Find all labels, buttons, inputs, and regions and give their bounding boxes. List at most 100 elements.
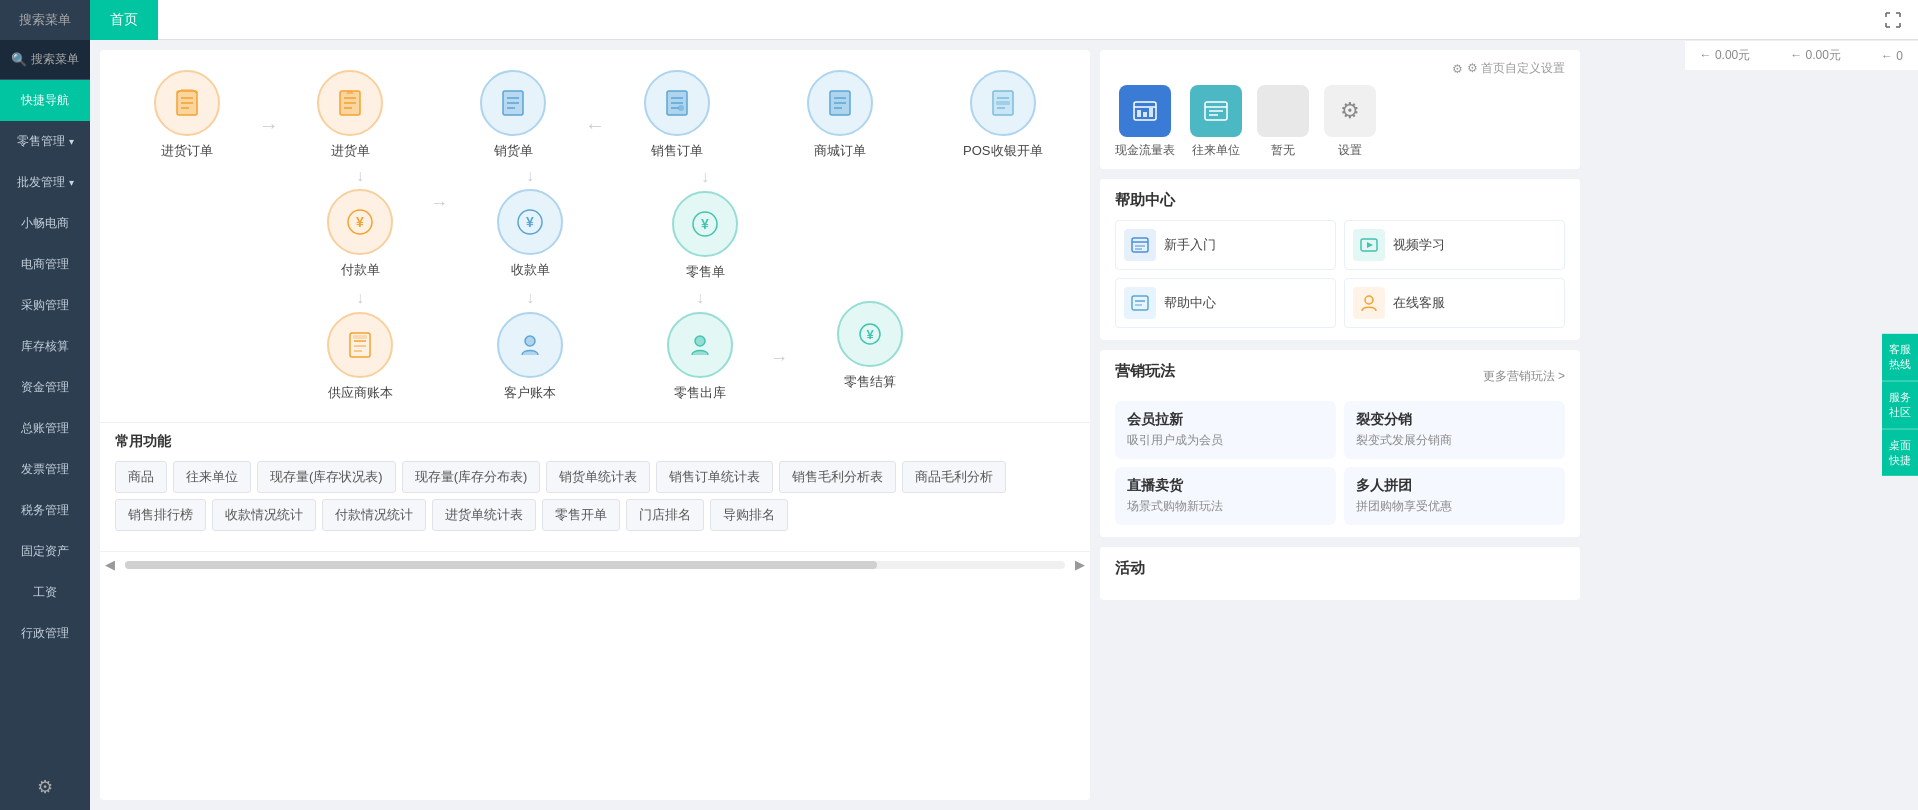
scroll-row: ◀ ▶ bbox=[100, 551, 1090, 577]
sidebar-item-admin[interactable]: 行政管理 bbox=[0, 613, 90, 654]
sidebar-item-ledger[interactable]: 总账管理 bbox=[0, 408, 90, 449]
common-func-title: 常用功能 bbox=[115, 433, 1075, 451]
sidebar-item-purchase[interactable]: 采购管理 bbox=[0, 285, 90, 326]
svg-point-58 bbox=[1365, 296, 1373, 304]
qa-none-item[interactable]: 暂无 bbox=[1257, 85, 1309, 159]
help-item-beginner[interactable]: 新手入门 bbox=[1115, 220, 1336, 270]
sidebar-item-invoice[interactable]: 发票管理 bbox=[0, 449, 90, 490]
svg-rect-35 bbox=[353, 335, 367, 339]
svg-text:¥: ¥ bbox=[866, 327, 874, 342]
func-btn-sales-order-stat[interactable]: 销售订单统计表 bbox=[656, 461, 773, 493]
activity-title: 活动 bbox=[1115, 559, 1565, 578]
customer-account-icon bbox=[497, 312, 563, 378]
sidebar-item-finance[interactable]: 资金管理 bbox=[0, 367, 90, 408]
sidebar-item-quick-nav[interactable]: 快捷导航 bbox=[0, 80, 90, 121]
sidebar-item-ecom-small[interactable]: 小畅电商 bbox=[0, 203, 90, 244]
node-purchase-order[interactable]: 进货订单 bbox=[120, 70, 254, 160]
community-button[interactable]: 服务社区 bbox=[1882, 381, 1918, 429]
mall-order-icon bbox=[807, 70, 873, 136]
wholesale-arrow-icon: ▾ bbox=[69, 177, 74, 188]
node-mall-order[interactable]: 商城订单 bbox=[773, 70, 907, 160]
bottom-stat-2: ← 0.00元 bbox=[1790, 47, 1841, 64]
qa-partners-item[interactable]: 往来单位 bbox=[1190, 85, 1242, 159]
online-service-icon bbox=[1353, 287, 1385, 319]
node-pos[interactable]: POS收银开单 bbox=[936, 70, 1070, 160]
sidebar-item-retail[interactable]: 零售管理 ▾ bbox=[0, 121, 90, 162]
arrow-sales-to-receipt: ↓ bbox=[526, 168, 534, 184]
func-btn-sales-stat[interactable]: 销货单统计表 bbox=[546, 461, 650, 493]
func-btn-goods[interactable]: 商品 bbox=[115, 461, 167, 493]
mkt-item-live[interactable]: 直播卖货 场景式购物新玩法 bbox=[1115, 467, 1336, 525]
sidebar-item-inventory[interactable]: 库存核算 bbox=[0, 326, 90, 367]
retail-outbound-icon bbox=[667, 312, 733, 378]
func-btn-guide-rank[interactable]: 导购排名 bbox=[710, 499, 788, 531]
top-bar: 搜索菜单 首页 bbox=[0, 0, 1918, 40]
more-marketing-link[interactable]: 更多营销玩法 > bbox=[1483, 368, 1565, 385]
activity-section: 活动 bbox=[1100, 547, 1580, 600]
helpcenter-icon bbox=[1124, 287, 1156, 319]
fullscreen-button[interactable] bbox=[1878, 5, 1908, 35]
bottom-bar: ← 0.00元 ← 0.00元 ← 0 bbox=[1685, 40, 1918, 70]
mkt-item-fission[interactable]: 裂变分销 裂变式发展分销商 bbox=[1344, 401, 1565, 459]
app-container: 搜索菜单 首页 🔍 搜索菜单 快捷导航 零售管理 ▾ bbox=[0, 0, 1918, 810]
arrow-purchase-to-payment: ↓ bbox=[356, 168, 364, 184]
bottom-stat-3: ← 0 bbox=[1881, 49, 1903, 63]
func-btn-goods-margin[interactable]: 商品毛利分析 bbox=[902, 461, 1006, 493]
node-purchase[interactable]: 进货单 bbox=[283, 70, 417, 160]
help-item-center[interactable]: 帮助中心 bbox=[1115, 278, 1336, 328]
partners-icon-box bbox=[1190, 85, 1242, 137]
sidebar-item-fixed-assets[interactable]: 固定资产 bbox=[0, 531, 90, 572]
arrow-sales-order-to-sales: ← bbox=[581, 94, 610, 137]
customer-service-button[interactable]: 客服热线 bbox=[1882, 334, 1918, 381]
svg-rect-23 bbox=[996, 101, 1010, 105]
func-btn-retail-order[interactable]: 零售开单 bbox=[542, 499, 620, 531]
sidebar-item-ecom-mgmt[interactable]: 电商管理 bbox=[0, 244, 90, 285]
gear-icon: ⚙ bbox=[1452, 62, 1463, 76]
qa-settings-item[interactable]: ⚙ 设置 bbox=[1324, 85, 1376, 159]
sidebar-item-wholesale[interactable]: 批发管理 ▾ bbox=[0, 162, 90, 203]
sales-icon bbox=[480, 70, 546, 136]
scroll-left-button[interactable]: ◀ bbox=[100, 557, 120, 572]
sidebar-search[interactable]: 🔍 搜索菜单 bbox=[0, 40, 90, 80]
search-menu-button[interactable]: 搜索菜单 bbox=[0, 0, 90, 40]
supplier-account-icon bbox=[327, 312, 393, 378]
scroll-right-button[interactable]: ▶ bbox=[1070, 557, 1090, 572]
left-panel: 进货订单 → 进货单 bbox=[100, 50, 1090, 800]
func-btn-purchase-stat[interactable]: 进货单统计表 bbox=[432, 499, 536, 531]
desktop-shortcut-button[interactable]: 桌面快捷 bbox=[1882, 428, 1918, 476]
function-buttons-grid: 商品 往来单位 现存量(库存状况表) 现存量(库存分布表) 销货单统计表 销售订… bbox=[115, 461, 1075, 531]
sidebar-settings-button[interactable]: ⚙ bbox=[0, 764, 90, 810]
func-btn-sales-rank[interactable]: 销售排行榜 bbox=[115, 499, 206, 531]
mkt-item-group-buy[interactable]: 多人拼团 拼团购物享受优惠 bbox=[1344, 467, 1565, 525]
sidebar-item-payroll[interactable]: 工资 bbox=[0, 572, 90, 613]
func-btn-store-rank[interactable]: 门店排名 bbox=[626, 499, 704, 531]
help-item-video[interactable]: 视频学习 bbox=[1344, 220, 1565, 270]
func-btn-sales-margin[interactable]: 销售毛利分析表 bbox=[779, 461, 896, 493]
video-icon bbox=[1353, 229, 1385, 261]
workflow-row-3: ↓ 供应商账本 ↓ 客户 bbox=[120, 289, 1070, 402]
sales-order-icon bbox=[644, 70, 710, 136]
func-btn-payment-stat[interactable]: 付款情况统计 bbox=[322, 499, 426, 531]
right-panel: ⚙ ⚙ 首页自定义设置 现金流量表 bbox=[1100, 50, 1580, 800]
cashflow-icon-box bbox=[1119, 85, 1171, 137]
func-btn-stock-status[interactable]: 现存量(库存状况表) bbox=[257, 461, 396, 493]
bottom-stat-1: ← 0.00元 bbox=[1700, 47, 1751, 64]
scroll-thumb bbox=[125, 561, 877, 569]
arrow-purchase-order-to-purchase: → bbox=[254, 94, 283, 137]
sidebar-item-tax[interactable]: 税务管理 bbox=[0, 490, 90, 531]
payment-icon: ¥ bbox=[327, 189, 393, 255]
func-btn-partners[interactable]: 往来单位 bbox=[173, 461, 251, 493]
func-btn-receipt-stat[interactable]: 收款情况统计 bbox=[212, 499, 316, 531]
purchase-icon bbox=[317, 70, 383, 136]
help-item-online-service[interactable]: 在线客服 bbox=[1344, 278, 1565, 328]
customize-settings-button[interactable]: ⚙ ⚙ 首页自定义设置 bbox=[1115, 60, 1565, 77]
func-btn-stock-dist[interactable]: 现存量(库存分布表) bbox=[402, 461, 541, 493]
node-sales[interactable]: 销货单 bbox=[446, 70, 580, 160]
pos-icon bbox=[970, 70, 1036, 136]
svg-point-16 bbox=[678, 105, 684, 111]
mkt-item-member[interactable]: 会员拉新 吸引用户成为会员 bbox=[1115, 401, 1336, 459]
home-tab[interactable]: 首页 bbox=[90, 0, 158, 40]
scroll-bar[interactable] bbox=[125, 561, 1065, 569]
node-sales-order[interactable]: 销售订单 bbox=[609, 70, 743, 160]
qa-cashflow-item[interactable]: 现金流量表 bbox=[1115, 85, 1175, 159]
